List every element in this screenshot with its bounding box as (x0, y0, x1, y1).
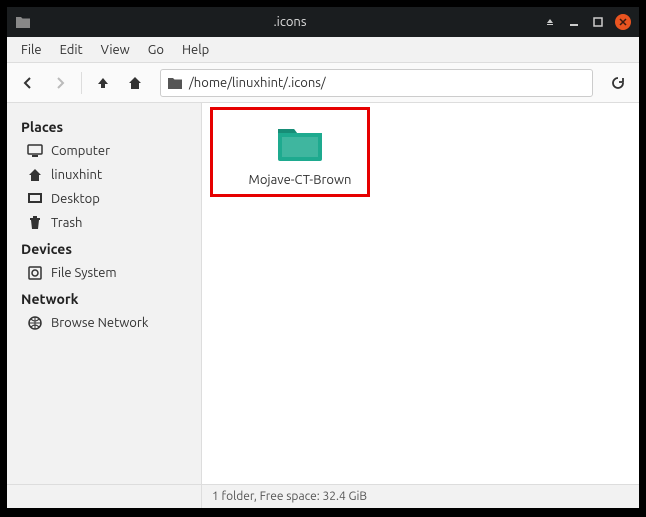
trash-icon (27, 215, 43, 231)
sidebar-item-label: linuxhint (51, 168, 102, 182)
folder-item-mojave-ct-brown[interactable]: Mojave-CT-Brown (230, 117, 370, 193)
reload-button[interactable] (605, 70, 631, 96)
sidebar-item-desktop[interactable]: Desktop (7, 187, 201, 211)
sidebar-item-label: Browse Network (51, 316, 148, 330)
main-body: Places Computer linuxhint Desktop (7, 103, 639, 484)
sidebar-item-filesystem[interactable]: File System (7, 261, 201, 285)
path-text: /home/linuxhint/.icons/ (189, 76, 326, 90)
content-area[interactable]: Mojave-CT-Brown (202, 103, 639, 484)
up-button[interactable] (90, 70, 116, 96)
menu-edit[interactable]: Edit (52, 40, 91, 60)
menu-go[interactable]: Go (140, 40, 172, 60)
toolbar-separator (81, 72, 82, 94)
always-on-top-button[interactable] (543, 15, 557, 29)
back-button[interactable] (15, 70, 41, 96)
path-bar[interactable]: /home/linuxhint/.icons/ (160, 69, 593, 97)
sidebar-item-label: Trash (51, 216, 82, 230)
close-button[interactable] (615, 14, 631, 30)
toolbar: /home/linuxhint/.icons/ (7, 63, 639, 103)
statusbar-sidebar-fill (7, 484, 202, 508)
sidebar-item-browse-network[interactable]: Browse Network (7, 311, 201, 335)
sidebar-item-computer[interactable]: Computer (7, 139, 201, 163)
folder-icon (276, 123, 324, 167)
network-header: Network (7, 285, 201, 311)
disk-icon (27, 265, 43, 281)
home-button[interactable] (122, 70, 148, 96)
sidebar-item-label: Computer (51, 144, 110, 158)
sidebar: Places Computer linuxhint Desktop (7, 103, 202, 484)
globe-icon (27, 315, 43, 331)
sidebar-item-label: File System (51, 266, 117, 280)
statusbar-text: 1 folder, Free space: 32.4 GiB (212, 490, 367, 503)
monitor-icon (27, 143, 43, 159)
maximize-button[interactable] (591, 15, 605, 29)
titlebar-folder-icon (15, 14, 31, 30)
places-header: Places (7, 113, 201, 139)
statusbar: 1 folder, Free space: 32.4 GiB (202, 484, 639, 508)
window-title: .icons (37, 15, 543, 29)
desktop-icon (27, 191, 43, 207)
file-manager-window: .icons File Edit View Go Help (6, 6, 640, 509)
menubar: File Edit View Go Help (7, 37, 639, 63)
sidebar-item-trash[interactable]: Trash (7, 211, 201, 235)
pathbar-folder-icon (167, 75, 183, 91)
menu-view[interactable]: View (93, 40, 138, 60)
folder-label: Mojave-CT-Brown (249, 173, 352, 187)
titlebar: .icons (7, 7, 639, 37)
window-controls (543, 14, 631, 30)
devices-header: Devices (7, 235, 201, 261)
home-icon (27, 167, 43, 183)
sidebar-item-label: Desktop (51, 192, 100, 206)
statusbar-row: 1 folder, Free space: 32.4 GiB (7, 484, 639, 508)
sidebar-item-home[interactable]: linuxhint (7, 163, 201, 187)
menu-file[interactable]: File (13, 40, 50, 60)
minimize-button[interactable] (567, 15, 581, 29)
menu-help[interactable]: Help (174, 40, 217, 60)
forward-button[interactable] (47, 70, 73, 96)
